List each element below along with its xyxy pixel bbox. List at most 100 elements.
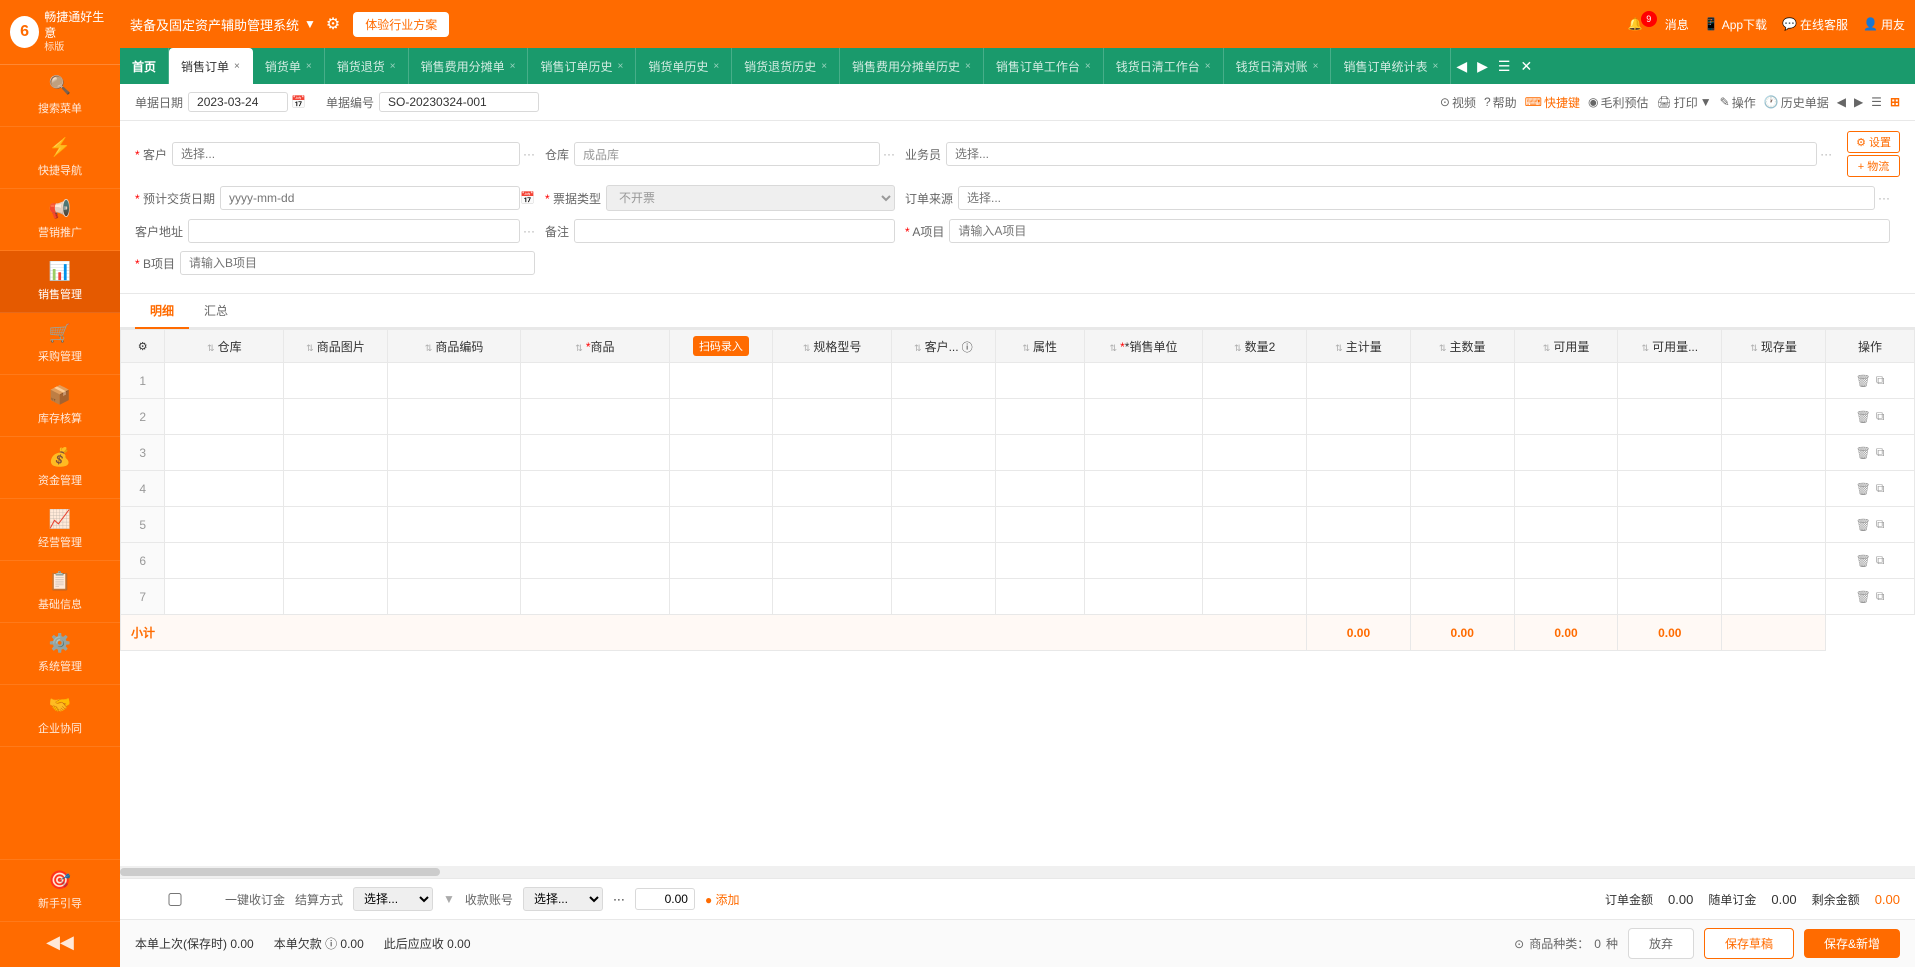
cell-product-image[interactable] <box>284 579 388 615</box>
profit-link[interactable]: ◉ 毛利预估 <box>1588 94 1649 111</box>
order-source-more-icon[interactable]: ··· <box>1878 191 1890 205</box>
order-num-input[interactable] <box>379 92 539 112</box>
cell-main-unit[interactable] <box>1307 543 1411 579</box>
cell-main-unit[interactable] <box>1307 399 1411 435</box>
copy-icon[interactable]: ⧉ <box>1876 445 1885 460</box>
cell-warehouse[interactable] <box>165 543 284 579</box>
cell-qty2[interactable] <box>1203 435 1307 471</box>
shortcut-link[interactable]: ⌨ 快捷键 <box>1525 94 1580 111</box>
cell-customer-code[interactable] <box>891 507 995 543</box>
cell-spec[interactable] <box>773 543 892 579</box>
cell-main-qty[interactable] <box>1410 363 1514 399</box>
tab-sales-fee[interactable]: 销售费用分摊单 × <box>409 48 529 84</box>
cell-spec[interactable] <box>773 399 892 435</box>
sidebar-item-finance[interactable]: 💰 资金管理 <box>0 437 120 499</box>
cell-current[interactable] <box>1722 471 1826 507</box>
col-qty2[interactable]: ⇅ 数量2 <box>1203 330 1307 363</box>
cell-available2[interactable] <box>1618 471 1722 507</box>
tab-menu-btn[interactable]: ☰ <box>1493 58 1516 75</box>
date-input[interactable] <box>188 92 288 112</box>
cell-sales-unit[interactable] <box>1084 579 1203 615</box>
cell-spec[interactable] <box>773 435 892 471</box>
cell-available[interactable] <box>1514 579 1618 615</box>
tab-sales-return-goods-history[interactable]: 销货退货历史 × <box>732 48 840 84</box>
cell-main-qty[interactable] <box>1410 579 1514 615</box>
tab-next-btn[interactable]: ▶ <box>1472 58 1493 75</box>
order-source-input[interactable] <box>958 186 1875 210</box>
col-main-qty[interactable]: ⇅ 主数量 <box>1410 330 1514 363</box>
sidebar-item-ops[interactable]: 📈 经营管理 <box>0 499 120 561</box>
cell-customer-code[interactable] <box>891 543 995 579</box>
cell-available2[interactable] <box>1618 435 1722 471</box>
cell-product-image[interactable] <box>284 507 388 543</box>
cell-product[interactable] <box>521 471 669 507</box>
sidebar-item-guide[interactable]: 🎯 新手引导 <box>0 859 120 921</box>
remark-input[interactable] <box>574 219 895 243</box>
account-select[interactable]: 选择... <box>523 887 603 911</box>
cell-main-qty[interactable] <box>1410 435 1514 471</box>
invoice-type-select[interactable]: 不开票 增值税普通发票 增值税专用发票 <box>606 185 895 211</box>
cell-spec[interactable] <box>773 363 892 399</box>
tab-sales-fee-history[interactable]: 销售费用分摊单历史 × <box>840 48 984 84</box>
col-sales-unit[interactable]: ⇅ **销售单位 <box>1084 330 1203 363</box>
cell-available2[interactable] <box>1618 579 1722 615</box>
cell-warehouse[interactable] <box>165 363 284 399</box>
col-available[interactable]: ⇅ 可用量 <box>1514 330 1618 363</box>
tab-prev-btn[interactable]: ◀ <box>1451 58 1472 75</box>
operation-link[interactable]: ✎ 操作 <box>1720 94 1756 111</box>
nav-right-icon[interactable]: ▶ <box>1854 95 1863 109</box>
b-project-input[interactable] <box>180 251 535 275</box>
tab-sales-stats-close[interactable]: × <box>1432 61 1438 72</box>
cell-current[interactable] <box>1722 363 1826 399</box>
col-settings[interactable]: ⚙ <box>121 330 165 363</box>
cell-attribute[interactable] <box>995 543 1084 579</box>
copy-icon[interactable]: ⧉ <box>1876 481 1885 496</box>
cell-main-qty[interactable] <box>1410 399 1514 435</box>
print-link[interactable]: 🖨 打印 ▼ <box>1657 94 1712 111</box>
grid-view-icon[interactable]: ⊞ <box>1890 95 1900 109</box>
history-link[interactable]: 🕐 历史单据 <box>1764 94 1829 111</box>
address-input[interactable] <box>188 219 520 243</box>
cell-current[interactable] <box>1722 399 1826 435</box>
cell-available2[interactable] <box>1618 363 1722 399</box>
tab-sales-order-history[interactable]: 销售订单历史 × <box>528 48 636 84</box>
cell-product-code[interactable] <box>387 399 520 435</box>
add-logistics-btn[interactable]: + 物流 <box>1847 155 1900 177</box>
customer-input[interactable] <box>172 142 520 166</box>
cell-main-unit[interactable] <box>1307 471 1411 507</box>
col-product[interactable]: ⇅ *商品 <box>521 330 669 363</box>
delete-icon[interactable]: 🗑 <box>1856 374 1871 388</box>
save-new-btn[interactable]: 保存&新增 <box>1804 929 1900 958</box>
cell-available[interactable] <box>1514 507 1618 543</box>
tab-detail[interactable]: 明细 <box>135 294 189 329</box>
warehouse-input[interactable] <box>574 142 880 166</box>
cell-customer-code[interactable] <box>891 471 995 507</box>
cell-qty2[interactable] <box>1203 543 1307 579</box>
cell-sales-unit[interactable] <box>1084 399 1203 435</box>
sidebar-item-collapse[interactable]: ◀◀ <box>0 921 120 967</box>
tab-sales-fee-close[interactable]: × <box>510 61 516 72</box>
cell-product[interactable] <box>521 399 669 435</box>
cell-customer-code[interactable] <box>891 435 995 471</box>
cell-product[interactable] <box>521 435 669 471</box>
tab-sales-order-history-close[interactable]: × <box>617 61 623 72</box>
cell-sales-unit[interactable] <box>1084 543 1203 579</box>
cell-available[interactable] <box>1514 471 1618 507</box>
cell-product[interactable] <box>521 543 669 579</box>
copy-icon[interactable]: ⧉ <box>1876 589 1885 604</box>
nav-left-icon[interactable]: ◀ <box>1837 95 1846 109</box>
cell-spec[interactable] <box>773 507 892 543</box>
list-view-icon[interactable]: ☰ <box>1871 95 1882 109</box>
sidebar-item-purchase[interactable]: 🛒 采购管理 <box>0 313 120 375</box>
tab-sales-return-goods-history-close[interactable]: × <box>821 61 827 72</box>
cell-available2[interactable] <box>1618 399 1722 435</box>
tab-cash-workbench-close[interactable]: × <box>1205 61 1211 72</box>
copy-icon[interactable]: ⧉ <box>1876 373 1885 388</box>
col-warehouse[interactable]: ⇅ 仓库 <box>165 330 284 363</box>
cell-product-code[interactable] <box>387 435 520 471</box>
cell-current[interactable] <box>1722 435 1826 471</box>
sidebar-item-enterprise[interactable]: 🤝 企业协同 <box>0 685 120 747</box>
cell-warehouse[interactable] <box>165 471 284 507</box>
delivery-cal-icon[interactable]: 📅 <box>520 191 535 205</box>
sidebar-item-system[interactable]: ⚙️ 系统管理 <box>0 623 120 685</box>
